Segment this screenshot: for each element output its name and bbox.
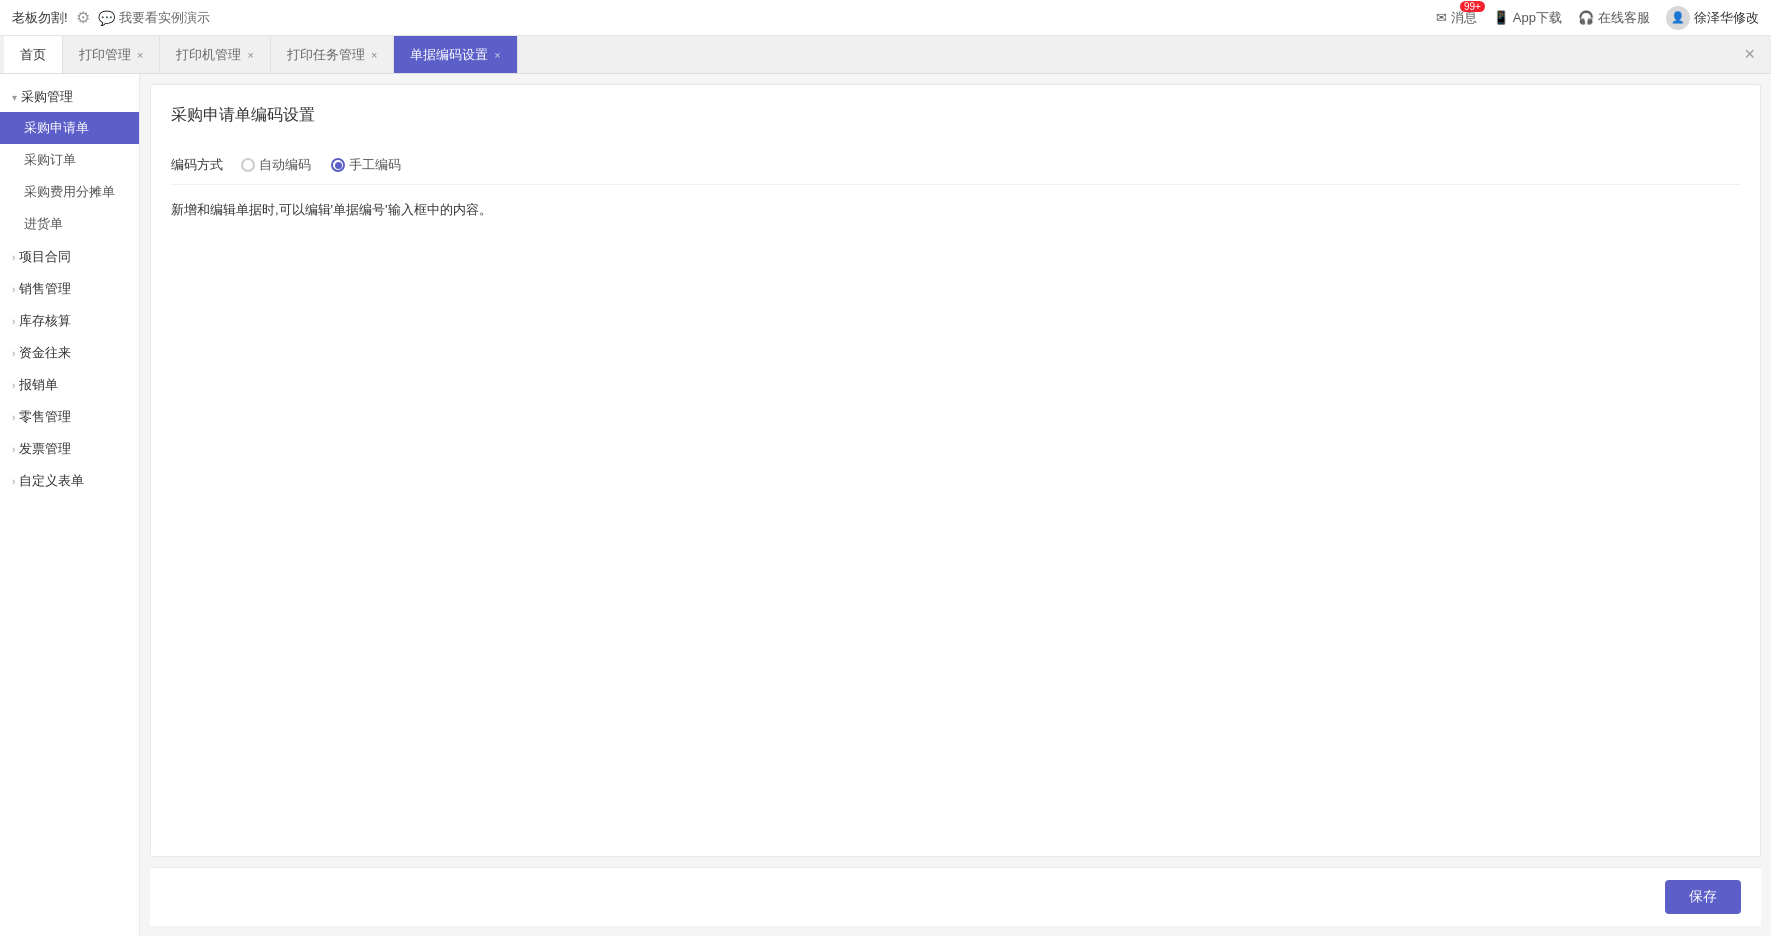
radio-manual-circle: [331, 158, 345, 172]
tab-home[interactable]: 首页: [4, 36, 63, 73]
sidebar-item-stock-in[interactable]: 进货单: [0, 208, 139, 240]
user-name: 徐泽华修改: [1694, 9, 1759, 27]
bottom-bar: 保存: [150, 867, 1761, 926]
save-button[interactable]: 保存: [1665, 880, 1741, 914]
radio-auto-circle: [241, 158, 255, 172]
sidebar-group-custom-label: 自定义表单: [19, 472, 84, 490]
hint-content: 新增和编辑单据时,可以编辑'单据编号'输入框中的内容。: [171, 202, 492, 217]
sidebar-group-sales-header[interactable]: › 销售管理: [0, 274, 139, 304]
purchase-arrow-icon: ▾: [12, 92, 17, 103]
top-bar-left: 老板勿割! ⚙ 💬 我要看实例演示: [12, 8, 210, 27]
service-icon: 🎧: [1578, 10, 1594, 25]
content-area: 采购申请单编码设置 编码方式 自动编码 手工编码 新增和编辑单据时,可: [140, 74, 1771, 936]
demo-icon: 💬: [98, 10, 115, 26]
tab-single-code-label: 单据编码设置: [410, 46, 488, 64]
tab-printer-mgmt-close[interactable]: ×: [247, 49, 253, 61]
tab-single-code[interactable]: 单据编码设置 ×: [394, 36, 517, 73]
tab-print-mgmt-close[interactable]: ×: [137, 49, 143, 61]
sidebar-group-invoice-header[interactable]: › 发票管理: [0, 434, 139, 464]
sidebar-group-expense-label: 报销单: [19, 376, 58, 394]
project-arrow-icon: ›: [12, 252, 15, 263]
tab-bar-close-all[interactable]: ×: [1732, 44, 1767, 65]
coding-label: 编码方式: [171, 156, 241, 174]
sidebar-item-purchase-expense[interactable]: 采购费用分摊单: [0, 176, 139, 208]
sidebar-group-project-header[interactable]: › 项目合同: [0, 242, 139, 272]
coding-method-row: 编码方式 自动编码 手工编码: [171, 146, 1740, 185]
sidebar-group-custom: › 自定义表单: [0, 466, 139, 496]
online-service-button[interactable]: 🎧 在线客服: [1578, 9, 1650, 27]
radio-manual-label: 手工编码: [349, 156, 401, 174]
retail-arrow-icon: ›: [12, 412, 15, 423]
sidebar-group-retail-header[interactable]: › 零售管理: [0, 402, 139, 432]
sidebar-group-project-label: 项目合同: [19, 248, 71, 266]
sidebar-item-purchase-order[interactable]: 采购订单: [0, 144, 139, 176]
hint-text: 新增和编辑单据时,可以编辑'单据编号'输入框中的内容。: [171, 201, 1740, 219]
inventory-arrow-icon: ›: [12, 316, 15, 327]
tab-bar: 首页 打印管理 × 打印机管理 × 打印任务管理 × 单据编码设置 × ×: [0, 36, 1771, 74]
sidebar-group-sales: › 销售管理: [0, 274, 139, 304]
tab-printer-mgmt[interactable]: 打印机管理 ×: [160, 36, 270, 73]
message-icon: ✉: [1436, 10, 1447, 25]
main-layout: ▾ 采购管理 采购申请单 采购订单 采购费用分摊单 进货单 › 项目合同 › 销…: [0, 74, 1771, 936]
sidebar-group-custom-header[interactable]: › 自定义表单: [0, 466, 139, 496]
sidebar-group-sales-label: 销售管理: [19, 280, 71, 298]
message-button[interactable]: ✉ 消息 99+: [1436, 9, 1477, 27]
sales-arrow-icon: ›: [12, 284, 15, 295]
user-menu[interactable]: 👤 徐泽华修改: [1666, 6, 1759, 30]
sidebar-group-project: › 项目合同: [0, 242, 139, 272]
sidebar-group-invoice-label: 发票管理: [19, 440, 71, 458]
sidebar-group-inventory-label: 库存核算: [19, 312, 71, 330]
page-title: 采购申请单编码设置: [171, 105, 1740, 126]
tab-printer-mgmt-label: 打印机管理: [176, 46, 241, 64]
settings-icon[interactable]: ⚙: [76, 8, 90, 27]
avatar: 👤: [1666, 6, 1690, 30]
tab-print-task-label: 打印任务管理: [287, 46, 365, 64]
app-logo: 老板勿割!: [12, 9, 68, 27]
tab-home-label: 首页: [20, 46, 46, 64]
message-badge: 99+: [1460, 1, 1485, 12]
tab-print-task-close[interactable]: ×: [371, 49, 377, 61]
sidebar-group-finance-label: 资金往来: [19, 344, 71, 362]
content-main: 采购申请单编码设置 编码方式 自动编码 手工编码 新增和编辑单据时,可: [150, 84, 1761, 857]
sidebar-item-purchase-request[interactable]: 采购申请单: [0, 112, 139, 144]
top-bar-right: ✉ 消息 99+ 📱 App下载 🎧 在线客服 👤 徐泽华修改: [1436, 6, 1759, 30]
app-download-button[interactable]: 📱 App下载: [1493, 9, 1562, 27]
tab-print-task[interactable]: 打印任务管理 ×: [271, 36, 394, 73]
top-bar: 老板勿割! ⚙ 💬 我要看实例演示 ✉ 消息 99+ 📱 App下载 🎧 在线客…: [0, 0, 1771, 36]
sidebar-group-retail: › 零售管理: [0, 402, 139, 432]
radio-group-coding: 自动编码 手工编码: [241, 156, 401, 174]
tab-print-mgmt[interactable]: 打印管理 ×: [63, 36, 160, 73]
radio-auto-coding[interactable]: 自动编码: [241, 156, 311, 174]
demo-link[interactable]: 💬 我要看实例演示: [98, 9, 210, 27]
invoice-arrow-icon: ›: [12, 444, 15, 455]
sidebar-group-invoice: › 发票管理: [0, 434, 139, 464]
sidebar-group-expense-header[interactable]: › 报销单: [0, 370, 139, 400]
sidebar-group-finance: › 资金往来: [0, 338, 139, 368]
sidebar-group-expense: › 报销单: [0, 370, 139, 400]
sidebar-group-purchase-header[interactable]: ▾ 采购管理: [0, 82, 139, 112]
demo-text: 我要看实例演示: [119, 9, 210, 27]
sidebar-group-retail-label: 零售管理: [19, 408, 71, 426]
online-service-label: 在线客服: [1598, 9, 1650, 27]
tab-print-mgmt-label: 打印管理: [79, 46, 131, 64]
app-icon: 📱: [1493, 10, 1509, 25]
sidebar-group-purchase: ▾ 采购管理 采购申请单 采购订单 采购费用分摊单 进货单: [0, 82, 139, 240]
sidebar-group-inventory: › 库存核算: [0, 306, 139, 336]
radio-auto-label: 自动编码: [259, 156, 311, 174]
tab-single-code-close[interactable]: ×: [494, 49, 500, 61]
sidebar-group-purchase-label: 采购管理: [21, 88, 73, 106]
expense-arrow-icon: ›: [12, 380, 15, 391]
sidebar: ▾ 采购管理 采购申请单 采购订单 采购费用分摊单 进货单 › 项目合同 › 销…: [0, 74, 140, 936]
radio-manual-coding[interactable]: 手工编码: [331, 156, 401, 174]
custom-arrow-icon: ›: [12, 476, 15, 487]
sidebar-group-inventory-header[interactable]: › 库存核算: [0, 306, 139, 336]
app-download-label: App下载: [1513, 9, 1562, 27]
sidebar-group-finance-header[interactable]: › 资金往来: [0, 338, 139, 368]
finance-arrow-icon: ›: [12, 348, 15, 359]
